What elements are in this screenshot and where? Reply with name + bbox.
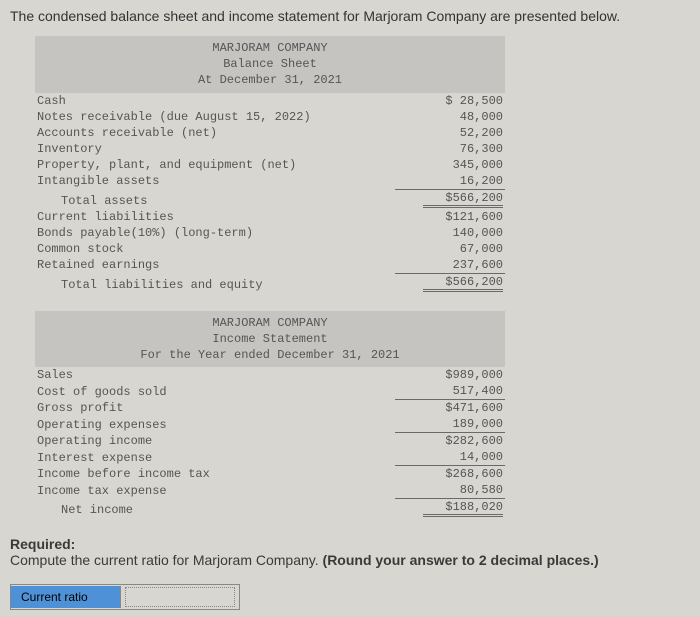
row-amount: 189,000 bbox=[395, 416, 505, 433]
table-row: Interest expense14,000 bbox=[35, 449, 505, 466]
required-label: Required: bbox=[10, 536, 690, 552]
row-label: Total liabilities and equity bbox=[35, 273, 395, 293]
intro-text: The condensed balance sheet and income s… bbox=[10, 8, 690, 24]
table-row: Inventory76,300 bbox=[35, 141, 505, 157]
required-text: Compute the current ratio for Marjoram C… bbox=[10, 552, 323, 568]
table-row: Intangible assets16,200 bbox=[35, 173, 505, 190]
table-row: Retained earnings237,600 bbox=[35, 257, 505, 274]
row-amount: $ 28,500 bbox=[395, 93, 505, 109]
row-amount: 237,600 bbox=[395, 257, 505, 274]
row-amount: 67,000 bbox=[395, 241, 505, 257]
row-label: Intangible assets bbox=[35, 173, 395, 190]
row-label: Income before income tax bbox=[35, 466, 395, 483]
is-company: MARJORAM COMPANY bbox=[35, 315, 505, 331]
is-title: Income Statement bbox=[35, 331, 505, 347]
balance-sheet: MARJORAM COMPANY Balance Sheet At Decemb… bbox=[10, 36, 690, 293]
row-amount: 14,000 bbox=[395, 449, 505, 466]
row-amount: 76,300 bbox=[395, 141, 505, 157]
row-amount: 52,200 bbox=[395, 125, 505, 141]
row-amount: $989,000 bbox=[395, 367, 505, 383]
is-date: For the Year ended December 31, 2021 bbox=[35, 347, 505, 363]
required-section: Required: Compute the current ratio for … bbox=[10, 536, 690, 568]
answer-input-cell bbox=[121, 585, 239, 609]
row-label: Gross profit bbox=[35, 400, 395, 417]
answer-row: Current ratio bbox=[10, 584, 240, 610]
row-label: Net income bbox=[35, 499, 395, 519]
table-row: Accounts receivable (net)52,200 bbox=[35, 125, 505, 141]
bs-title: Balance Sheet bbox=[35, 56, 505, 72]
row-label: Accounts receivable (net) bbox=[35, 125, 395, 141]
table-row: Cost of goods sold517,400 bbox=[35, 383, 505, 400]
row-label: Cost of goods sold bbox=[35, 383, 395, 400]
bs-company: MARJORAM COMPANY bbox=[35, 40, 505, 56]
row-amount: $566,200 bbox=[395, 189, 505, 209]
bs-date: At December 31, 2021 bbox=[35, 72, 505, 88]
row-label: Current liabilities bbox=[35, 209, 395, 225]
row-label: Common stock bbox=[35, 241, 395, 257]
table-row: Gross profit$471,600 bbox=[35, 400, 505, 417]
income-statement: MARJORAM COMPANY Income Statement For th… bbox=[10, 311, 690, 519]
answer-label: Current ratio bbox=[11, 586, 121, 608]
required-text-line: Compute the current ratio for Marjoram C… bbox=[10, 552, 690, 568]
row-label: Notes receivable (due August 15, 2022) bbox=[35, 109, 395, 125]
table-row: Common stock67,000 bbox=[35, 241, 505, 257]
row-label: Inventory bbox=[35, 141, 395, 157]
row-amount: $121,600 bbox=[395, 209, 505, 225]
row-label: Property, plant, and equipment (net) bbox=[35, 157, 395, 173]
balance-sheet-header: MARJORAM COMPANY Balance Sheet At Decemb… bbox=[35, 36, 505, 93]
table-row: Bonds payable(10%) (long-term)140,000 bbox=[35, 225, 505, 241]
row-amount: $268,600 bbox=[395, 466, 505, 483]
row-amount: 80,580 bbox=[395, 482, 505, 499]
row-label: Income tax expense bbox=[35, 482, 395, 499]
table-row: Income tax expense80,580 bbox=[35, 482, 505, 499]
income-statement-header: MARJORAM COMPANY Income Statement For th… bbox=[35, 311, 505, 368]
row-label: Retained earnings bbox=[35, 257, 395, 274]
balance-sheet-table: Cash$ 28,500Notes receivable (due August… bbox=[35, 93, 505, 293]
table-row: Notes receivable (due August 15, 2022)48… bbox=[35, 109, 505, 125]
row-amount: $282,600 bbox=[395, 433, 505, 450]
table-row: Total assets$566,200 bbox=[35, 189, 505, 209]
row-amount: $188,020 bbox=[395, 499, 505, 519]
row-amount: $471,600 bbox=[395, 400, 505, 417]
income-statement-table: Sales$989,000Cost of goods sold517,400Gr… bbox=[35, 367, 505, 518]
row-amount: 48,000 bbox=[395, 109, 505, 125]
table-row: Sales$989,000 bbox=[35, 367, 505, 383]
current-ratio-input[interactable] bbox=[125, 587, 235, 607]
row-label: Cash bbox=[35, 93, 395, 109]
table-row: Total liabilities and equity$566,200 bbox=[35, 273, 505, 293]
table-row: Operating income$282,600 bbox=[35, 433, 505, 450]
required-note: (Round your answer to 2 decimal places.) bbox=[323, 552, 599, 568]
row-amount: 16,200 bbox=[395, 173, 505, 190]
table-row: Cash$ 28,500 bbox=[35, 93, 505, 109]
row-amount: 517,400 bbox=[395, 383, 505, 400]
row-label: Operating expenses bbox=[35, 416, 395, 433]
row-label: Total assets bbox=[35, 189, 395, 209]
table-row: Property, plant, and equipment (net)345,… bbox=[35, 157, 505, 173]
table-row: Operating expenses189,000 bbox=[35, 416, 505, 433]
table-row: Net income$188,020 bbox=[35, 499, 505, 519]
row-label: Interest expense bbox=[35, 449, 395, 466]
table-row: Current liabilities$121,600 bbox=[35, 209, 505, 225]
table-row: Income before income tax$268,600 bbox=[35, 466, 505, 483]
row-amount: $566,200 bbox=[395, 273, 505, 293]
row-amount: 345,000 bbox=[395, 157, 505, 173]
row-amount: 140,000 bbox=[395, 225, 505, 241]
row-label: Operating income bbox=[35, 433, 395, 450]
row-label: Bonds payable(10%) (long-term) bbox=[35, 225, 395, 241]
row-label: Sales bbox=[35, 367, 395, 383]
